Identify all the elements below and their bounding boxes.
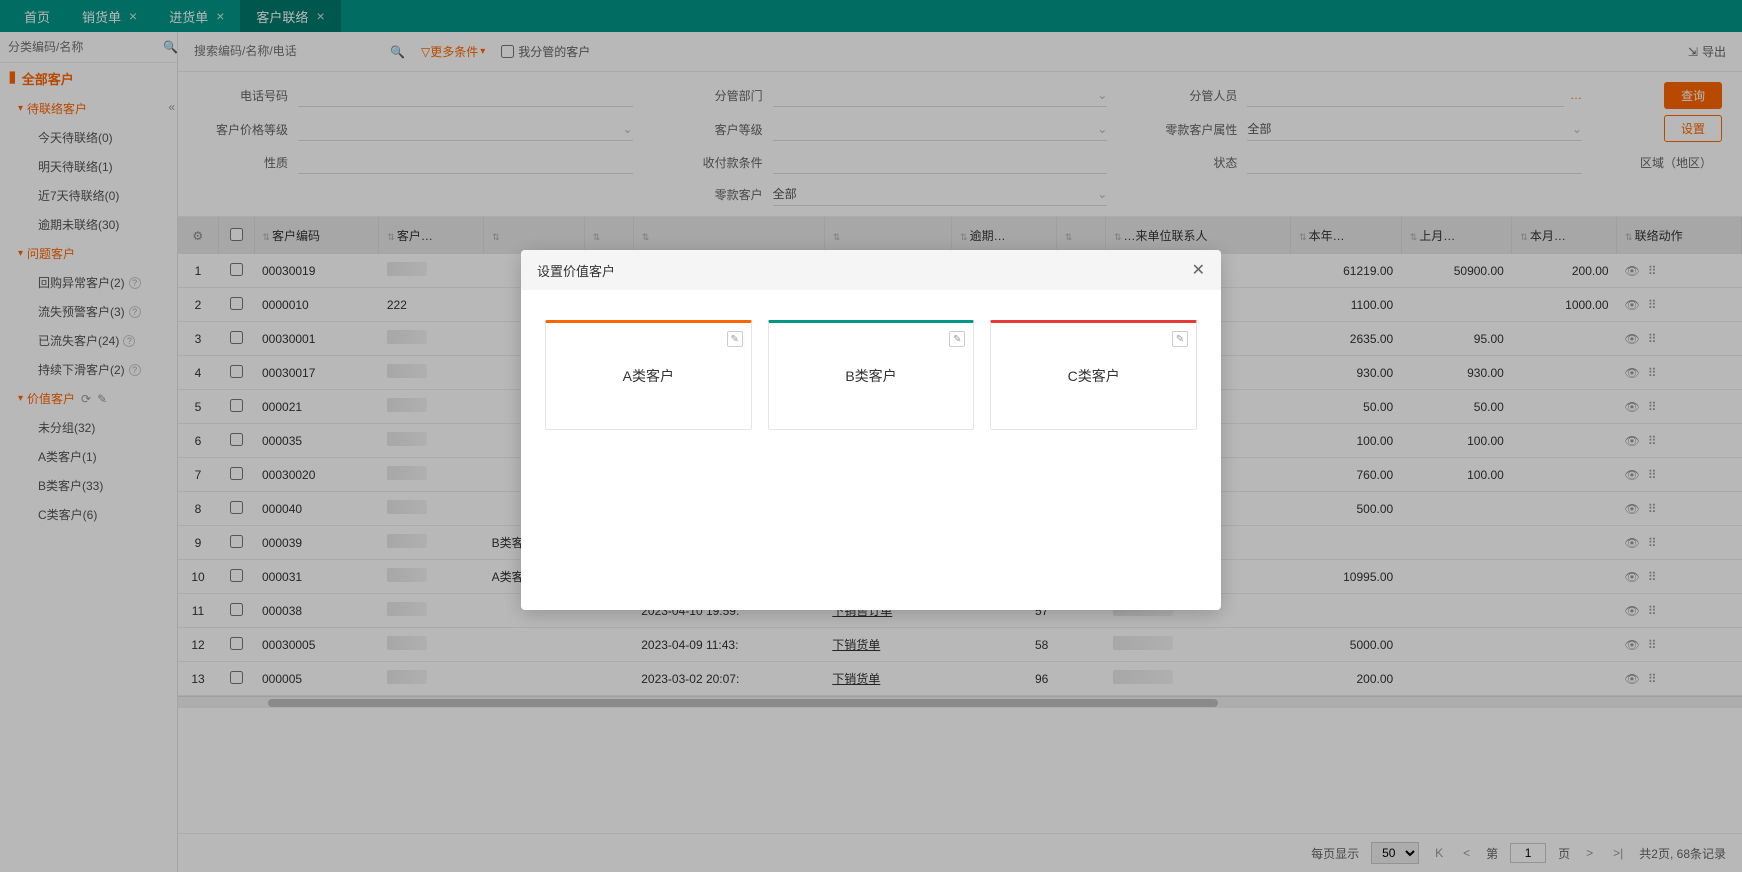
value-card-a[interactable]: ✎ A类客户 <box>545 320 752 430</box>
value-card-c[interactable]: ✎ C类客户 <box>990 320 1197 430</box>
edit-icon[interactable]: ✎ <box>949 331 965 347</box>
card-label: A类客户 <box>623 366 674 386</box>
edit-icon[interactable]: ✎ <box>727 331 743 347</box>
value-card-b[interactable]: ✎ B类客户 <box>768 320 975 430</box>
card-label: B类客户 <box>845 366 896 386</box>
modal-overlay[interactable]: 设置价值客户 ✕ ✎ A类客户 ✎ B类客户 ✎ C类客户 <box>0 0 1742 872</box>
modal-header: 设置价值客户 ✕ <box>521 250 1221 290</box>
value-customer-modal: 设置价值客户 ✕ ✎ A类客户 ✎ B类客户 ✎ C类客户 <box>521 250 1221 610</box>
close-icon[interactable]: ✕ <box>1192 260 1205 280</box>
modal-body: ✎ A类客户 ✎ B类客户 ✎ C类客户 <box>521 290 1221 610</box>
edit-icon[interactable]: ✎ <box>1172 331 1188 347</box>
card-label: C类客户 <box>1068 366 1120 386</box>
modal-title: 设置价值客户 <box>537 261 615 280</box>
